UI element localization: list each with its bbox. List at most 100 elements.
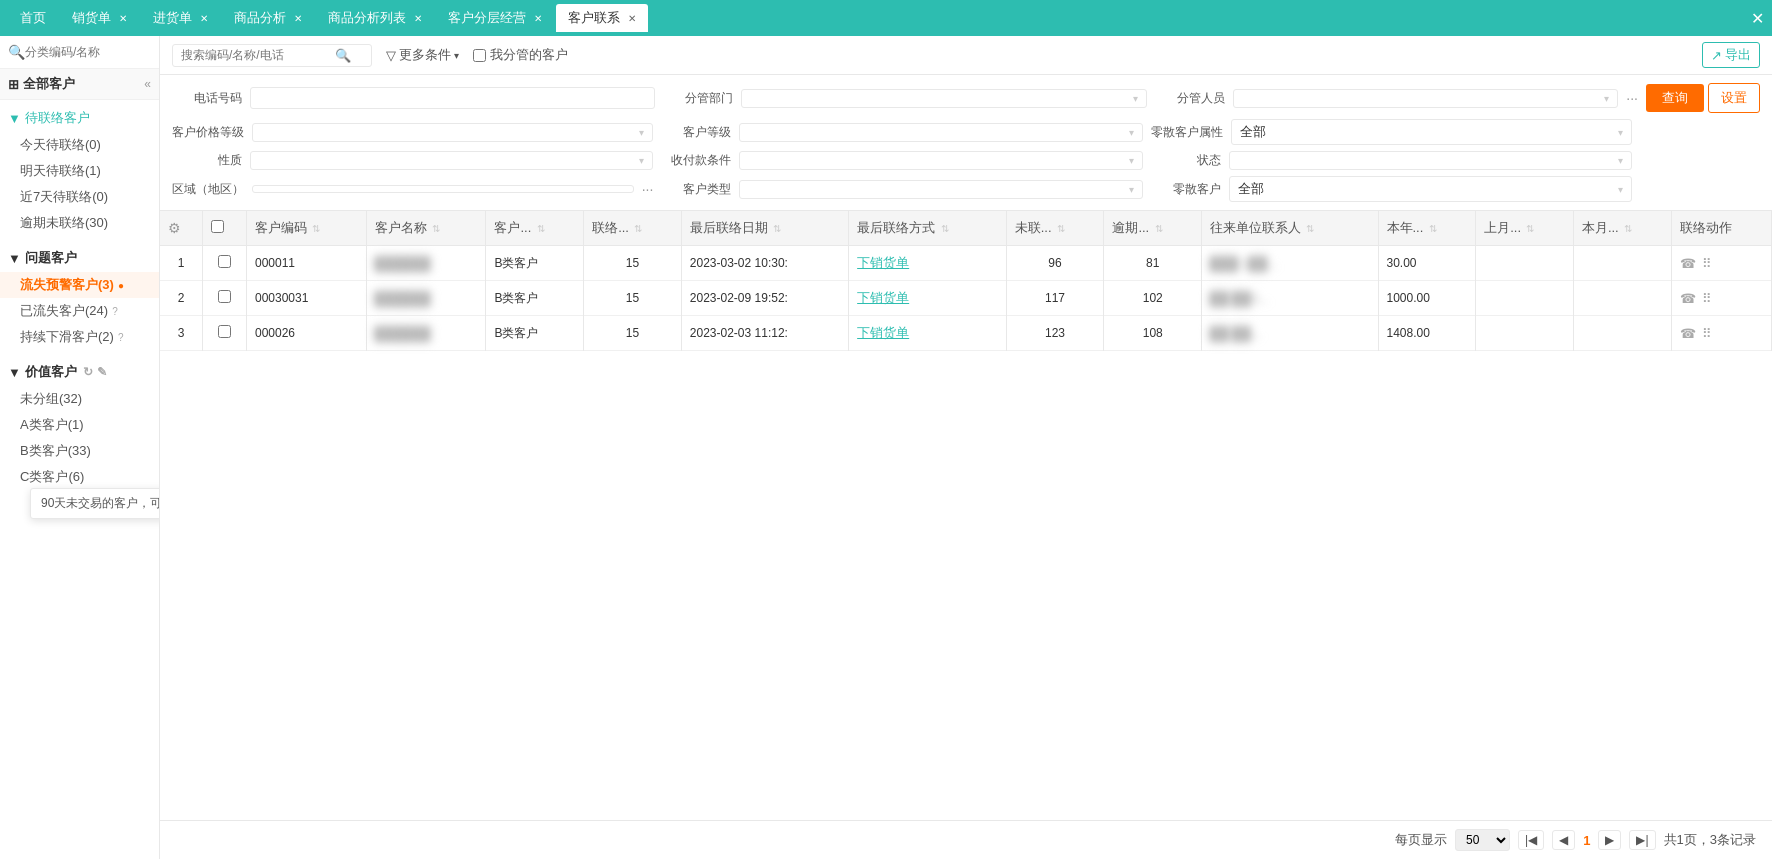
nav-tab-purchase[interactable]: 进货单 ✕ — [141, 4, 220, 32]
td-action[interactable]: ☎ ⠿ — [1671, 281, 1771, 316]
nav-tab-product-analysis[interactable]: 商品分析 ✕ — [222, 4, 314, 32]
sidebar-item-declining[interactable]: 持续下滑客户(2) ? — [0, 324, 159, 350]
nav-tab-sales[interactable]: 销货单 ✕ — [60, 4, 139, 32]
sidebar-group-problem-label[interactable]: ▼ 问题客户 — [0, 244, 159, 272]
td-last-method[interactable]: 下销货单 — [849, 316, 1007, 351]
th-no-contact[interactable]: 未联... ⇅ — [1006, 211, 1104, 246]
close-all-button[interactable]: ✕ — [1751, 9, 1764, 28]
th-last-month[interactable]: 上月... ⇅ — [1476, 211, 1574, 246]
next-page-btn[interactable]: ▶ — [1598, 830, 1621, 850]
query-btn[interactable]: 查询 — [1646, 84, 1704, 112]
sidebar-item-churned[interactable]: 已流失客户(24) ? — [0, 298, 159, 324]
th-grade[interactable]: 客户... ⇅ — [486, 211, 584, 246]
person-select[interactable]: ▾ — [1233, 89, 1619, 108]
sidebar-collapse-btn[interactable]: « — [144, 77, 151, 91]
nature-select[interactable]: ▾ — [250, 151, 653, 170]
chevron-down-icon-price: ▾ — [639, 127, 644, 138]
td-action[interactable]: ☎ ⠿ — [1671, 246, 1771, 281]
dept-select[interactable]: ▾ — [741, 89, 1146, 108]
th-name[interactable]: 客户名称 ⇅ — [366, 211, 486, 246]
region-label: 区域（地区） — [172, 181, 244, 198]
select-all-checkbox[interactable] — [211, 220, 224, 233]
sidebar-item-churn-warning[interactable]: 流失预警客户(3) ● — [0, 272, 159, 298]
td-checkbox[interactable] — [203, 281, 247, 316]
payment-select[interactable]: ▾ — [739, 151, 1142, 170]
person-dots[interactable]: ··· — [1626, 90, 1638, 106]
settings-icon[interactable]: ⚙ — [168, 220, 181, 236]
nav-home[interactable]: 首页 — [8, 4, 58, 32]
export-btn[interactable]: ↗ 导出 — [1702, 42, 1760, 68]
status-select[interactable]: ▾ — [1229, 151, 1632, 170]
more-conditions-btn[interactable]: ▽ 更多条件 ▾ — [380, 43, 465, 67]
th-last-method[interactable]: 最后联络方式 ⇅ — [849, 211, 1007, 246]
th-this-month[interactable]: 本月... ⇅ — [1573, 211, 1671, 246]
sidebar-item-ungrouped[interactable]: 未分组(32) — [0, 386, 159, 412]
my-customers-checkbox[interactable] — [473, 49, 486, 62]
sidebar-item-class-a[interactable]: A类客户(1) — [0, 412, 159, 438]
th-this-year[interactable]: 本年... ⇅ — [1378, 211, 1476, 246]
region-dots[interactable]: ··· — [642, 181, 654, 197]
sidebar-item-tomorrow[interactable]: 明天待联络(1) — [0, 158, 159, 184]
sort-icon-no-contact: ⇅ — [1057, 223, 1065, 234]
th-contact-count[interactable]: 联络... ⇅ — [584, 211, 682, 246]
td-this-year: 1408.00 — [1378, 316, 1476, 351]
sidebar-item-class-c[interactable]: C类客户(6) — [0, 464, 159, 490]
filter-field-status: 状态 ▾ — [1151, 151, 1632, 170]
per-page-select[interactable]: 50 100 — [1455, 829, 1510, 851]
content-area: 🔍 ▽ 更多条件 ▾ 我分管的客户 ↗ 导出 — [160, 36, 1772, 859]
td-contact-person: ██ ██... — [1202, 316, 1378, 351]
setting-btn[interactable]: 设置 — [1708, 83, 1760, 113]
nav-tab-product-list-close[interactable]: ✕ — [414, 13, 422, 24]
nav-tab-product-list[interactable]: 商品分析列表 ✕ — [316, 4, 434, 32]
retail-attr-select[interactable]: 全部 ▾ — [1231, 119, 1632, 145]
sidebar-search-input[interactable] — [25, 45, 160, 59]
action-phone-icon[interactable]: ☎ — [1680, 256, 1696, 271]
sidebar-item-7days[interactable]: 近7天待联络(0) — [0, 184, 159, 210]
retail-customer-select[interactable]: 全部 ▾ — [1229, 176, 1632, 202]
action-more-icon[interactable]: ⠿ — [1702, 326, 1712, 341]
action-more-icon[interactable]: ⠿ — [1702, 256, 1712, 271]
sidebar-item-today[interactable]: 今天待联络(0) — [0, 132, 159, 158]
td-action[interactable]: ☎ ⠿ — [1671, 316, 1771, 351]
sidebar-item-overdue-contact[interactable]: 逾期未联络(30) — [0, 210, 159, 236]
filter-action-1: 查询 设置 — [1646, 83, 1760, 113]
th-contact-person[interactable]: 往来单位联系人 ⇅ — [1202, 211, 1378, 246]
td-last-method[interactable]: 下销货单 — [849, 246, 1007, 281]
th-code[interactable]: 客户编码 ⇅ — [247, 211, 367, 246]
first-page-btn[interactable]: |◀ — [1518, 830, 1544, 850]
region-select[interactable] — [252, 185, 634, 193]
prev-page-btn[interactable]: ◀ — [1552, 830, 1575, 850]
edit-icon-value[interactable]: ✎ — [97, 365, 107, 379]
td-checkbox[interactable] — [203, 246, 247, 281]
refresh-icon-value[interactable]: ↻ — [83, 365, 93, 379]
phone-input[interactable] — [250, 87, 655, 109]
nav-tab-customer-contact[interactable]: 客户联系 ✕ — [556, 4, 648, 32]
action-more-icon[interactable]: ⠿ — [1702, 291, 1712, 306]
nav-tab-purchase-close[interactable]: ✕ — [200, 13, 208, 24]
last-page-btn[interactable]: ▶| — [1629, 830, 1655, 850]
nav-tab-customer-contact-close[interactable]: ✕ — [628, 13, 636, 24]
chevron-down-icon-type: ▾ — [1129, 184, 1134, 195]
my-customers-filter[interactable]: 我分管的客户 — [473, 46, 568, 64]
td-last-method[interactable]: 下销货单 — [849, 281, 1007, 316]
price-grade-select[interactable]: ▾ — [252, 123, 653, 142]
action-phone-icon[interactable]: ☎ — [1680, 326, 1696, 341]
search-box[interactable]: 🔍 — [172, 44, 372, 67]
th-last-date[interactable]: 最后联络日期 ⇅ — [681, 211, 848, 246]
search-input[interactable] — [181, 48, 331, 62]
sidebar-item-class-b[interactable]: B类客户(33) — [0, 438, 159, 464]
nav-tab-product-analysis-close[interactable]: ✕ — [294, 13, 302, 24]
td-checkbox[interactable] — [203, 316, 247, 351]
customer-grade-select[interactable]: ▾ — [739, 123, 1142, 142]
sidebar-group-pending-label[interactable]: ▼ 待联络客户 — [0, 104, 159, 132]
sidebar: 🔍 ⊞ 全部客户 « ▼ 待联络客户 今天待联络(0) 明天待联络(1) 近7天… — [0, 36, 160, 859]
nav-tab-customer-tier-close[interactable]: ✕ — [534, 13, 542, 24]
th-overdue[interactable]: 逾期... ⇅ — [1104, 211, 1202, 246]
customer-type-select[interactable]: ▾ — [739, 180, 1142, 199]
action-phone-icon[interactable]: ☎ — [1680, 291, 1696, 306]
filter-field-customer-type: 客户类型 ▾ — [661, 180, 1142, 199]
table-area: ⚙ 客户编码 ⇅ 客户名称 ⇅ — [160, 211, 1772, 820]
nav-tab-sales-close[interactable]: ✕ — [119, 13, 127, 24]
nav-tab-customer-tier[interactable]: 客户分层经营 ✕ — [436, 4, 554, 32]
sidebar-group-value-label[interactable]: ▼ 价值客户 ↻ ✎ — [0, 358, 159, 386]
